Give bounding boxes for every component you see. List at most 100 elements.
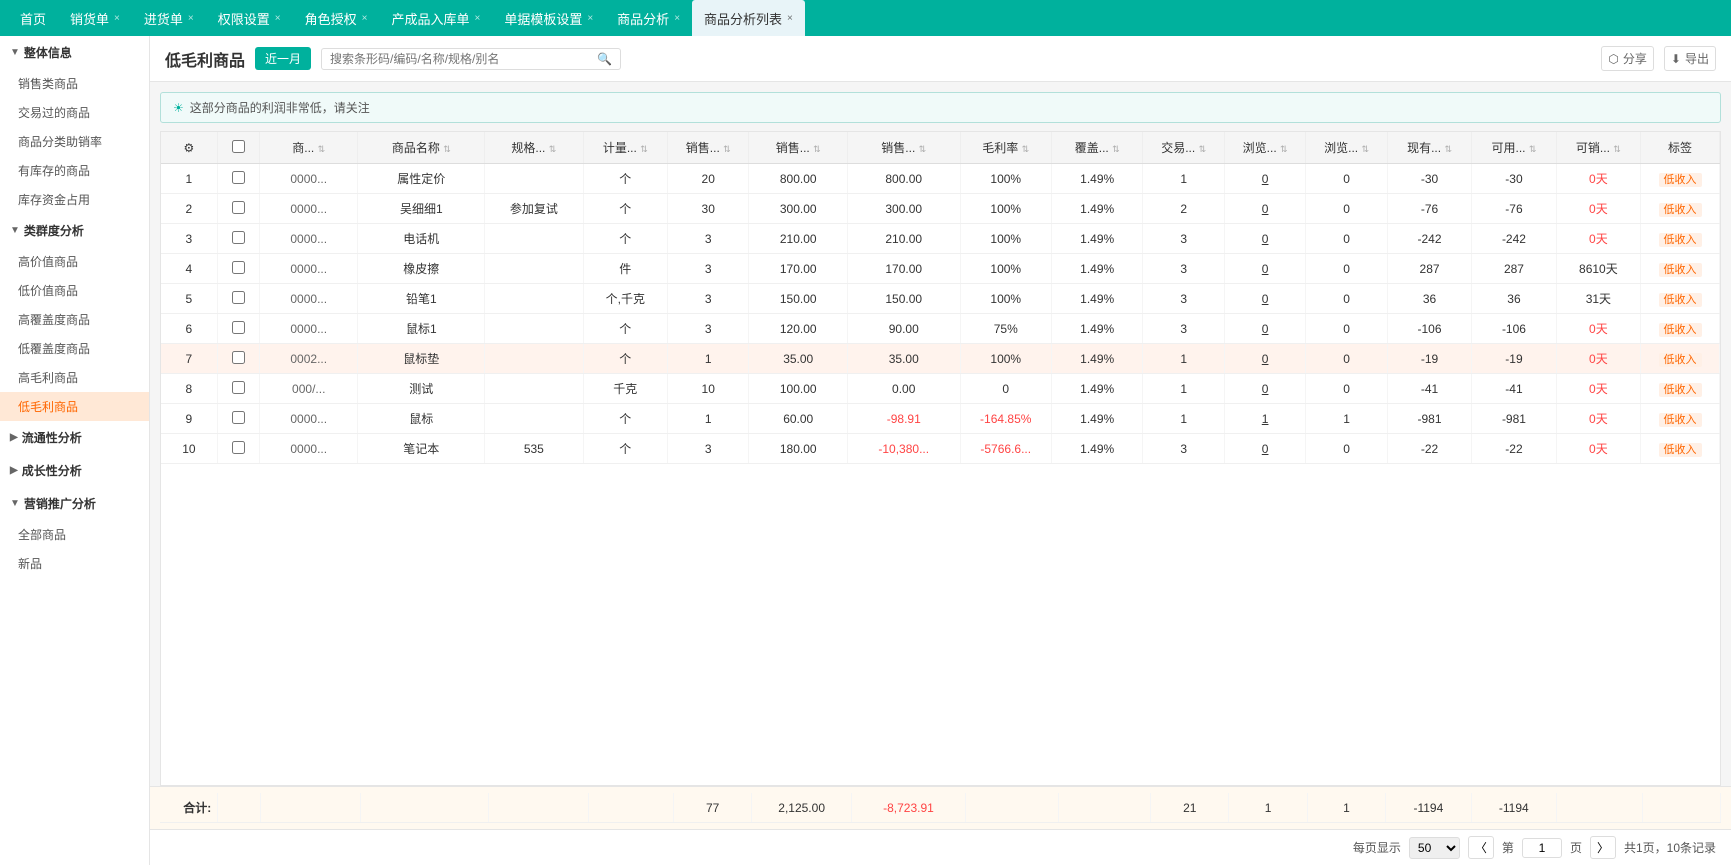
cell-view1[interactable]: 0 <box>1224 344 1305 374</box>
close-icon[interactable]: × <box>114 13 120 24</box>
nav-home[interactable]: 首页 <box>8 0 58 36</box>
sidebar-group-overall[interactable]: ▼ 整体信息 <box>0 36 149 69</box>
cell-view1[interactable]: 0 <box>1224 284 1305 314</box>
close-icon[interactable]: × <box>474 13 480 24</box>
sidebar-item-traded-products[interactable]: 交易过的商品 <box>0 98 149 127</box>
close-icon[interactable]: × <box>674 13 680 24</box>
sort-icon[interactable]: ⇅ <box>1022 144 1030 154</box>
sort-icon[interactable]: ⇅ <box>813 144 821 154</box>
cell-name[interactable]: 铅笔1 <box>358 284 485 314</box>
sort-icon[interactable]: ⇅ <box>1362 144 1370 154</box>
prev-page-button[interactable]: 〈 <box>1468 836 1494 859</box>
nav-product-analysis-list[interactable]: 商品分析列表 × <box>692 0 805 36</box>
sort-icon[interactable]: ⇅ <box>1529 144 1537 154</box>
cell-view1[interactable]: 0 <box>1224 374 1305 404</box>
row-checkbox[interactable] <box>232 231 245 244</box>
next-page-button[interactable]: 〉 <box>1590 836 1616 859</box>
close-icon[interactable]: × <box>275 13 281 24</box>
cell-view1[interactable]: 0 <box>1224 254 1305 284</box>
row-checkbox[interactable] <box>232 261 245 274</box>
nav-product-stock[interactable]: 产成品入库单 × <box>379 0 492 36</box>
sort-icon[interactable]: ⇅ <box>443 144 451 154</box>
cell-view1[interactable]: 1 <box>1224 404 1305 434</box>
search-icon[interactable]: 🔍 <box>597 52 612 66</box>
sidebar-item-high-margin[interactable]: 高毛利商品 <box>0 363 149 392</box>
sort-icon[interactable]: ⇅ <box>640 144 648 154</box>
th-settings[interactable]: ⚙ <box>161 132 217 164</box>
page-number-input[interactable] <box>1522 838 1562 858</box>
cell-name[interactable]: 鼠标 <box>358 404 485 434</box>
cell-name[interactable]: 橡皮擦 <box>358 254 485 284</box>
sidebar-item-low-coverage[interactable]: 低覆盖度商品 <box>0 334 149 363</box>
cell-checkbox[interactable] <box>217 284 259 314</box>
sort-icon[interactable]: ⇅ <box>318 144 326 154</box>
sidebar-item-high-coverage[interactable]: 高覆盖度商品 <box>0 305 149 334</box>
cell-view1[interactable]: 0 <box>1224 194 1305 224</box>
sidebar-item-new-products[interactable]: 新品 <box>0 549 149 578</box>
sort-icon[interactable]: ⇅ <box>1613 144 1621 154</box>
search-input[interactable] <box>330 52 592 66</box>
sort-icon[interactable]: ⇅ <box>1444 144 1452 154</box>
cell-name[interactable]: 测试 <box>358 374 485 404</box>
nav-purchase-order[interactable]: 进货单 × <box>132 0 206 36</box>
row-checkbox[interactable] <box>232 381 245 394</box>
sidebar-item-category-rate[interactable]: 商品分类助销率 <box>0 127 149 156</box>
row-checkbox[interactable] <box>232 351 245 364</box>
close-icon[interactable]: × <box>587 13 593 24</box>
row-checkbox[interactable] <box>232 171 245 184</box>
sidebar-item-stock-products[interactable]: 有库存的商品 <box>0 156 149 185</box>
sidebar-item-high-value[interactable]: 高价值商品 <box>0 247 149 276</box>
sidebar-group-growth[interactable]: ▶ 成长性分析 <box>0 454 149 487</box>
sort-icon[interactable]: ⇅ <box>919 144 927 154</box>
th-checkbox[interactable] <box>217 132 259 164</box>
cell-checkbox[interactable] <box>217 374 259 404</box>
per-page-select[interactable]: 50 100 200 <box>1409 837 1460 859</box>
nav-template[interactable]: 单据模板设置 × <box>492 0 605 36</box>
cell-name[interactable]: 吴细细1 <box>358 194 485 224</box>
row-checkbox[interactable] <box>232 441 245 454</box>
cell-view1[interactable]: 0 <box>1224 224 1305 254</box>
cell-checkbox[interactable] <box>217 404 259 434</box>
cell-checkbox[interactable] <box>217 254 259 284</box>
close-icon[interactable]: × <box>787 13 793 24</box>
sidebar-item-all-products[interactable]: 全部商品 <box>0 520 149 549</box>
sidebar-item-sales-products[interactable]: 销售类商品 <box>0 69 149 98</box>
sort-icon[interactable]: ⇅ <box>1199 144 1207 154</box>
cell-view1[interactable]: 0 <box>1224 314 1305 344</box>
cell-checkbox[interactable] <box>217 224 259 254</box>
row-checkbox[interactable] <box>232 321 245 334</box>
nav-role[interactable]: 角色授权 × <box>293 0 380 36</box>
row-checkbox[interactable] <box>232 411 245 424</box>
select-all-checkbox[interactable] <box>232 140 245 153</box>
row-checkbox[interactable] <box>232 291 245 304</box>
cell-checkbox[interactable] <box>217 194 259 224</box>
nav-product-analysis[interactable]: 商品分析 × <box>605 0 692 36</box>
close-icon[interactable]: × <box>362 13 368 24</box>
sidebar-item-low-margin[interactable]: 低毛利商品 <box>0 392 149 421</box>
close-icon[interactable]: × <box>188 13 194 24</box>
cell-view1[interactable]: 0 <box>1224 434 1305 464</box>
cell-checkbox[interactable] <box>217 314 259 344</box>
cell-view1[interactable]: 0 <box>1224 164 1305 194</box>
filter-btn[interactable]: 近一月 <box>255 47 311 70</box>
sidebar-item-low-value[interactable]: 低价值商品 <box>0 276 149 305</box>
cell-checkbox[interactable] <box>217 344 259 374</box>
nav-sales-order[interactable]: 销货单 × <box>58 0 132 36</box>
row-checkbox[interactable] <box>232 201 245 214</box>
cell-checkbox[interactable] <box>217 164 259 194</box>
sort-icon[interactable]: ⇅ <box>549 144 557 154</box>
sidebar-item-stock-capital[interactable]: 库存资金占用 <box>0 185 149 214</box>
sort-icon[interactable]: ⇅ <box>723 144 731 154</box>
sidebar-group-cluster[interactable]: ▼ 类群度分析 <box>0 214 149 247</box>
sidebar-group-marketing[interactable]: ▼ 营销推广分析 <box>0 487 149 520</box>
sort-icon[interactable]: ⇅ <box>1112 144 1120 154</box>
cell-name[interactable]: 鼠标垫 <box>358 344 485 374</box>
cell-checkbox[interactable] <box>217 434 259 464</box>
sidebar-group-circulation[interactable]: ▶ 流通性分析 <box>0 421 149 454</box>
cell-name[interactable]: 属性定价 <box>358 164 485 194</box>
cell-name[interactable]: 笔记本 <box>358 434 485 464</box>
export-button[interactable]: ⬇ 导出 <box>1664 46 1716 71</box>
share-button[interactable]: ⬡ 分享 <box>1601 46 1654 71</box>
sort-icon[interactable]: ⇅ <box>1280 144 1288 154</box>
cell-name[interactable]: 鼠标1 <box>358 314 485 344</box>
